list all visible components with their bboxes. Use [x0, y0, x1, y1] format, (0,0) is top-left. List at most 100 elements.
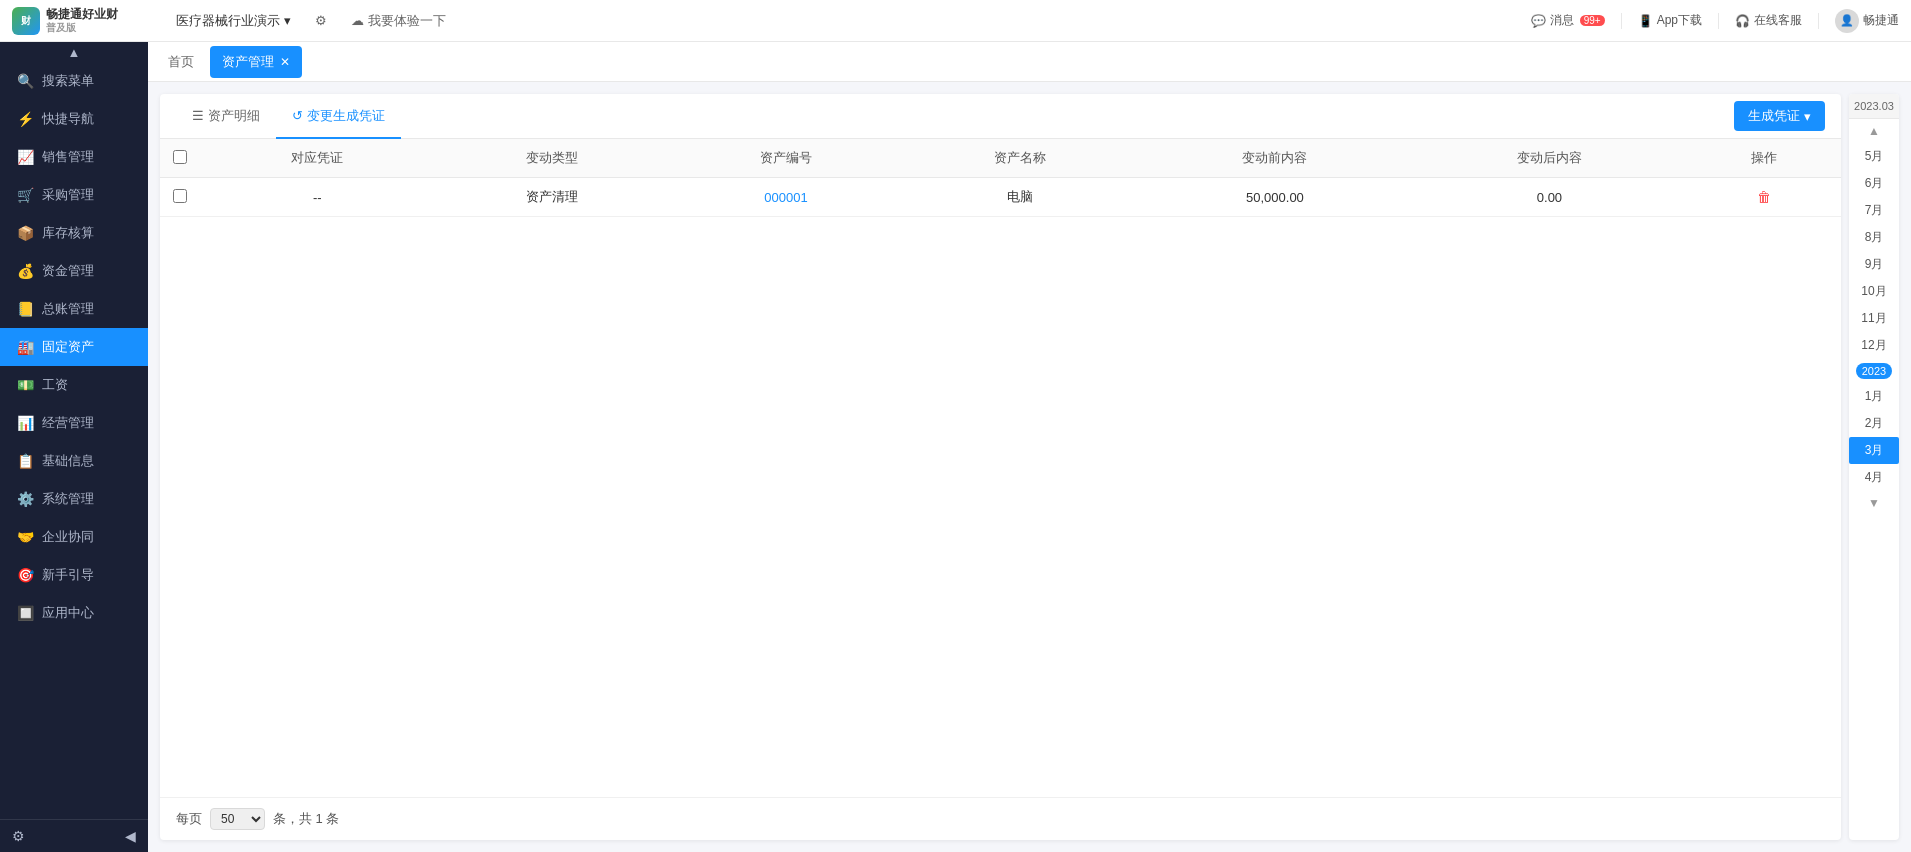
- cell-voucher-0: --: [200, 178, 434, 217]
- avatar: 👤: [1835, 9, 1859, 33]
- month-item-7月[interactable]: 7月: [1849, 197, 1899, 224]
- content-area: 首页 资产管理 ✕ ☰ 资产明细 ↺: [148, 42, 1911, 852]
- cell-change-type-0: 资产清理: [434, 178, 668, 217]
- divider-1: [1621, 13, 1622, 29]
- logo-icon: 财: [12, 7, 40, 35]
- user-name: 畅捷通: [1863, 12, 1899, 29]
- logo-title: 畅捷通好业财: [46, 7, 118, 21]
- change-voucher-label: 变更生成凭证: [307, 107, 385, 125]
- sales-icon: 📈: [16, 148, 34, 166]
- basic-info-icon: 📋: [16, 452, 34, 470]
- sidebar-item-label-sales: 销售管理: [42, 148, 94, 166]
- sidebar-item-inventory[interactable]: 📦 库存核算: [0, 214, 148, 252]
- customer-service-label: 在线客服: [1754, 12, 1802, 29]
- user-icon: 👤: [1840, 14, 1854, 27]
- company-selector[interactable]: 医疗器械行业演示 ▾: [168, 8, 299, 34]
- experience-label: 我要体验一下: [368, 12, 446, 30]
- app-download-action[interactable]: 📱 App下载: [1638, 12, 1702, 29]
- sidebar-item-ledger[interactable]: 📒 总账管理: [0, 290, 148, 328]
- col-before: 变动前内容: [1138, 139, 1413, 178]
- panel-scroll-up-button[interactable]: ▲: [1849, 119, 1899, 143]
- tab-close-icon[interactable]: ✕: [280, 55, 290, 69]
- month-item-6月[interactable]: 6月: [1849, 170, 1899, 197]
- row-checkbox-cell-0[interactable]: [160, 178, 200, 217]
- month-item-9月[interactable]: 9月: [1849, 251, 1899, 278]
- settings-button[interactable]: ⚙: [307, 7, 335, 35]
- experience-button[interactable]: ☁ 我要体验一下: [343, 8, 454, 34]
- month-item-5月[interactable]: 5月: [1849, 143, 1899, 170]
- sidebar-item-quick-nav[interactable]: ⚡ 快捷导航: [0, 100, 148, 138]
- search-icon: 🔍: [16, 72, 34, 90]
- message-action[interactable]: 💬 消息 99+: [1531, 12, 1605, 29]
- user-action[interactable]: 👤 畅捷通: [1835, 9, 1899, 33]
- sidebar-item-search[interactable]: 🔍 搜索菜单: [0, 62, 148, 100]
- generate-voucher-button[interactable]: 生成凭证 ▾: [1734, 101, 1825, 131]
- fund-icon: 💰: [16, 262, 34, 280]
- data-table: 对应凭证 变动类型 资产编号 资产名称 变动前内容 变动后内容 操作: [160, 139, 1841, 217]
- year-badge[interactable]: 2023: [1856, 363, 1892, 379]
- pagination: 每页 50100200 条，共 1 条: [160, 797, 1841, 840]
- per-page-select[interactable]: 50100200: [210, 808, 265, 830]
- month-item-8月[interactable]: 8月: [1849, 224, 1899, 251]
- enterprise-icon: 🤝: [16, 528, 34, 546]
- sidebar-item-sales[interactable]: 📈 销售管理: [0, 138, 148, 176]
- select-all-checkbox[interactable]: [173, 150, 187, 164]
- inventory-icon: 📦: [16, 224, 34, 242]
- sidebar-item-app-center[interactable]: 🔲 应用中心: [0, 594, 148, 632]
- total-label: 条，共 1 条: [273, 810, 339, 828]
- tab-change-voucher[interactable]: ↺ 变更生成凭证: [276, 95, 401, 139]
- sidebar-item-payroll[interactable]: 💵 工资: [0, 366, 148, 404]
- sidebar-scroll-up[interactable]: ▲: [0, 42, 148, 62]
- asset-detail-label: 资产明细: [208, 107, 260, 125]
- main-layout: ▲ 🔍 搜索菜单 ⚡ 快捷导航 📈 销售管理 🛒 采购管理 📦 库存核算 💰 资…: [0, 42, 1911, 852]
- delete-row-button-0[interactable]: 🗑: [1757, 189, 1771, 205]
- cell-action-0: 🗑: [1687, 178, 1841, 217]
- month-item-11月[interactable]: 11月: [1849, 305, 1899, 332]
- quick-nav-icon: ⚡: [16, 110, 34, 128]
- month-item-12月[interactable]: 12月: [1849, 332, 1899, 359]
- table-header: 对应凭证 变动类型 资产编号 资产名称 变动前内容 变动后内容 操作: [160, 139, 1841, 178]
- fixed-assets-icon: 🏭: [16, 338, 34, 356]
- select-all-header[interactable]: [160, 139, 200, 178]
- month-item-3月[interactable]: 3月: [1849, 437, 1899, 464]
- table-wrapper: 对应凭证 变动类型 资产编号 资产名称 变动前内容 变动后内容 操作: [160, 139, 1841, 797]
- cell-asset-name-0: 电脑: [903, 178, 1137, 217]
- sidebar-item-purchase[interactable]: 🛒 采购管理: [0, 176, 148, 214]
- tab-asset-detail[interactable]: ☰ 资产明细: [176, 95, 276, 139]
- guide-icon: 🎯: [16, 566, 34, 584]
- table-row: -- 资产清理 000001 电脑 50,000.00 0.00 🗑: [160, 178, 1841, 217]
- inner-tabs: ☰ 资产明细 ↺ 变更生成凭证: [160, 94, 1718, 138]
- toolbar-area: 生成凭证 ▾: [1718, 101, 1841, 131]
- top-header: 财 畅捷通好业财 普及版 医疗器械行业演示 ▾ ⚙ ☁ 我要体验一下 💬 消息 …: [0, 0, 1911, 42]
- sidebar-item-operations[interactable]: 📊 经营管理: [0, 404, 148, 442]
- sidebar-settings-button[interactable]: ⚙: [12, 828, 25, 844]
- sidebar-item-enterprise[interactable]: 🤝 企业协同: [0, 518, 148, 556]
- sidebar-item-basic-info[interactable]: 📋 基础信息: [0, 442, 148, 480]
- sidebar-collapse-button[interactable]: ◀: [125, 828, 136, 844]
- month-item-2月[interactable]: 2月: [1849, 410, 1899, 437]
- month-item-4月[interactable]: 4月: [1849, 464, 1899, 491]
- tab-asset-management[interactable]: 资产管理 ✕: [210, 46, 302, 78]
- app-download-label: App下载: [1657, 12, 1702, 29]
- customer-service-action[interactable]: 🎧 在线客服: [1735, 12, 1802, 29]
- sidebar-item-fund[interactable]: 💰 资金管理: [0, 252, 148, 290]
- sidebar-item-system[interactable]: ⚙️ 系统管理: [0, 480, 148, 518]
- sidebar-item-guide[interactable]: 🎯 新手引导: [0, 556, 148, 594]
- divider-2: [1718, 13, 1719, 29]
- header-right: 💬 消息 99+ 📱 App下载 🎧 在线客服 👤 畅捷通: [1531, 9, 1899, 33]
- panel-scroll-down-button[interactable]: ▼: [1849, 491, 1899, 515]
- row-checkbox-0[interactable]: [173, 189, 187, 203]
- cell-before-0: 50,000.00: [1138, 178, 1413, 217]
- chevron-up-icon: ▲: [68, 45, 81, 60]
- logo-area: 财 畅捷通好业财 普及版: [12, 7, 160, 35]
- tab-bar: 首页 资产管理 ✕: [148, 42, 1911, 82]
- operations-icon: 📊: [16, 414, 34, 432]
- sidebar-items-container: 🔍 搜索菜单 ⚡ 快捷导航 📈 销售管理 🛒 采购管理 📦 库存核算 💰 资金管…: [0, 62, 148, 632]
- month-item-10月[interactable]: 10月: [1849, 278, 1899, 305]
- month-item-1月[interactable]: 1月: [1849, 383, 1899, 410]
- tab-home[interactable]: 首页: [156, 46, 206, 78]
- right-panel: 2023.03 ▲ 5月6月7月8月9月10月11月12月 2023 1月2月3…: [1849, 94, 1899, 840]
- asset-tab-label: 资产管理: [222, 53, 274, 71]
- col-after: 变动后内容: [1412, 139, 1687, 178]
- sidebar-item-fixed-assets[interactable]: 🏭 固定资产: [0, 328, 148, 366]
